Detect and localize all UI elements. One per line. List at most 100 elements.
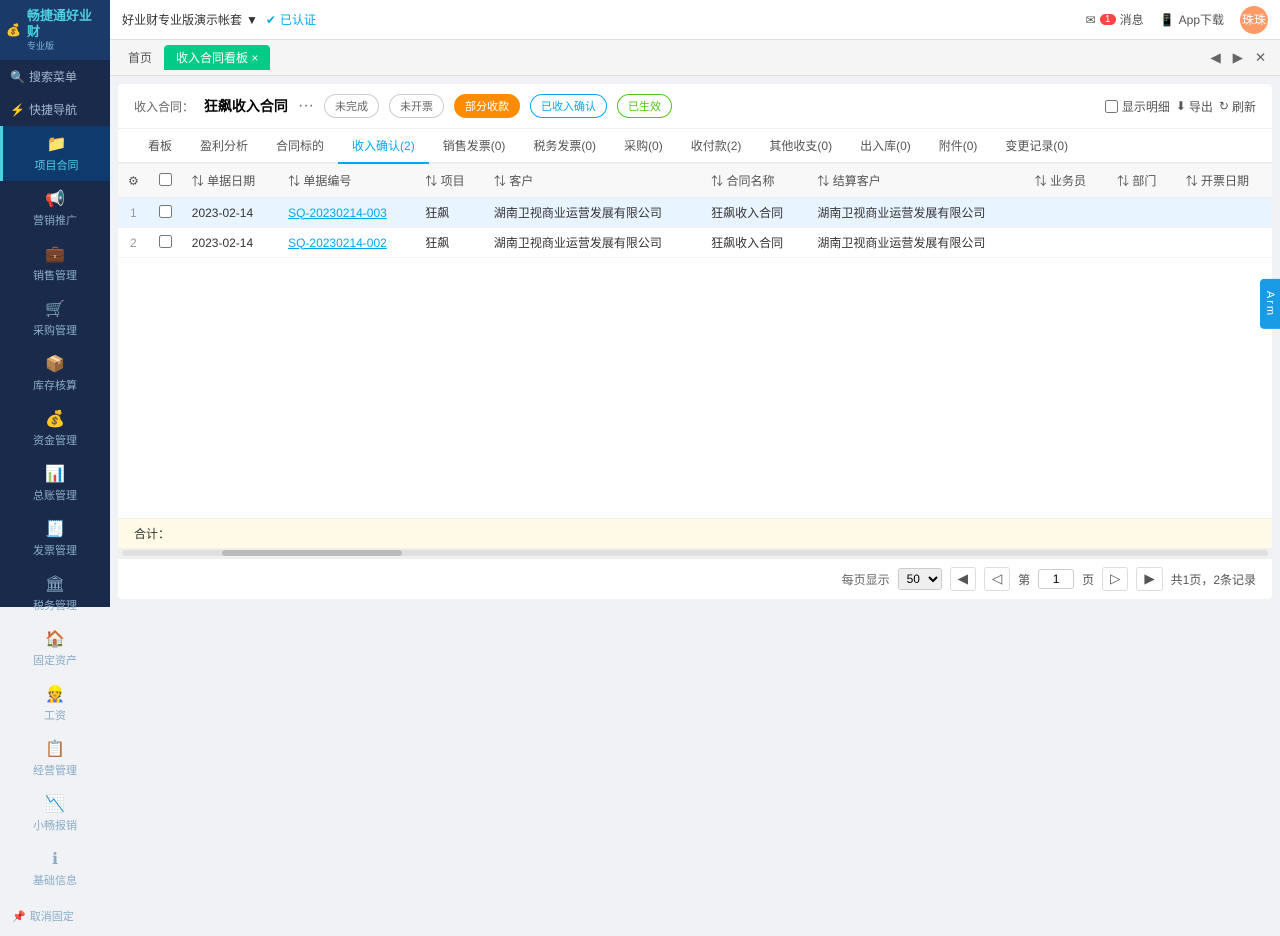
pin-icon: 📌 [12,910,26,923]
status-uninvoiced-button[interactable]: 未开票 [389,94,444,118]
user-avatar[interactable]: 珠珠 [1240,6,1268,34]
company-selector[interactable]: 好业财专业版演示帐套 ▼ [122,11,258,28]
sidebar-item-assets[interactable]: 🏠 固定资产 [0,621,110,676]
quicknav-icon: ⚡ [10,103,25,117]
data-table: ⚙ ⇅ 单据日期 ⇅ 单据编号 ⇅ 项目 ⇅ 客户 ⇅ 合同名称 ⇅ 结算客户 … [118,164,1272,258]
row-seq: 1 [118,198,149,228]
message-badge: 1 [1100,14,1116,25]
export-button[interactable]: ⬇ 导出 [1176,98,1213,115]
row-dept [1107,198,1176,228]
row-checkbox-cell[interactable] [149,198,182,228]
inventory-icon: 📦 [45,354,65,374]
row-docno[interactable]: SQ-20230214-003 [278,198,415,228]
more-button[interactable]: ··· [298,97,314,115]
last-page-button[interactable]: ▶ [1136,567,1162,591]
sidebar-item-quicknav[interactable]: ⚡ 快捷导航 [0,93,110,126]
status-partial-button[interactable]: 部分收款 [454,94,520,118]
tab-close-button[interactable]: ✕ [1251,48,1270,68]
page-input[interactable] [1038,569,1074,589]
content-area: 收入合同： 狂飙收入合同 ··· 未完成 未开票 部分收款 已收入确认 已生效 … [118,84,1272,599]
subtab-销售发票[interactable]: 销售发票(0) [429,129,520,164]
contract-name: 狂飙收入合同 [204,96,288,116]
sidebar-item-project[interactable]: 📁 项目合同 [0,126,110,181]
customer-col-header[interactable]: ⇅ 客户 [484,164,701,198]
subtab-收付款[interactable]: 收付款(2) [677,129,756,164]
row-checkbox[interactable] [159,205,172,218]
scrollbar-thumb[interactable] [222,550,402,556]
invoice-date-sort-icon: ⇅ [1186,174,1198,188]
show-detail-checkbox[interactable] [1105,100,1118,113]
subtab-采购[interactable]: 采购(0) [610,129,677,164]
docno-sort-icon: ⇅ [288,174,300,188]
subtab-税务发票[interactable]: 税务发票(0) [519,129,610,164]
subtab-收入确认[interactable]: 收入确认(2) [338,129,429,164]
download-icon: 📱 [1160,13,1175,27]
sidebar-item-inventory[interactable]: 📦 库存核算 [0,346,110,401]
sidebar-payroll-label: 工资 [44,707,66,723]
sidebar-item-finance[interactable]: 💰 资金管理 [0,401,110,456]
finance-icon: 💰 [45,409,65,429]
company-name: 好业财专业版演示帐套 [122,11,242,28]
horizontal-scrollbar[interactable] [118,548,1272,558]
per-page-select[interactable]: 50 [898,568,942,590]
dept-col-header[interactable]: ⇅ 部门 [1107,164,1176,198]
status-confirmed-button[interactable]: 已收入确认 [530,94,607,118]
subtab-其他收支[interactable]: 其他收支(0) [755,129,846,164]
settings-col-header[interactable]: ⚙ [118,164,149,198]
status-incomplete-button[interactable]: 未完成 [324,94,379,118]
subtab-盈利分析[interactable]: 盈利分析 [186,129,262,164]
sidebar-expense-label: 小畅报销 [33,817,77,833]
tab-next-button[interactable]: ▶ [1229,48,1247,68]
project-col-header[interactable]: ⇅ 项目 [415,164,484,198]
invoice-date-col-header[interactable]: ⇅ 开票日期 [1176,164,1272,198]
show-detail-toggle[interactable]: 显示明细 [1105,98,1170,115]
arm-button[interactable]: Arm [1260,278,1280,328]
subtab-变更记录[interactable]: 变更记录(0) [991,129,1082,164]
row-docno[interactable]: SQ-20230214-002 [278,228,415,258]
sidebar-item-basic[interactable]: ℹ 基础信息 [0,841,110,896]
tab-prev-button[interactable]: ◀ [1206,48,1224,68]
row-checkbox-cell[interactable] [149,228,182,258]
sidebar-item-expense[interactable]: 📉 小畅报销 [0,786,110,841]
status-active-button[interactable]: 已生效 [617,94,672,118]
tab-home[interactable]: 首页 [120,45,160,70]
date-col-header[interactable]: ⇅ 单据日期 [182,164,278,198]
sidebar-item-mgmt[interactable]: 📋 经营管理 [0,731,110,786]
row-checkbox[interactable] [159,235,172,248]
sidebar-item-search[interactable]: 🔍 搜索菜单 [0,60,110,93]
tax-icon: 🏛 [45,574,65,594]
project-icon: 📁 [47,134,67,154]
sidebar-item-sales[interactable]: 💼 销售管理 [0,236,110,291]
sidebar-item-purchase[interactable]: 🛒 采购管理 [0,291,110,346]
sidebar-item-marketing[interactable]: 📢 营销推广 [0,181,110,236]
pin-button[interactable]: 📌 取消固定 [8,904,102,928]
salesperson-col-header[interactable]: ⇅ 业务员 [1025,164,1107,198]
next-page-button[interactable]: ▷ [1102,567,1128,591]
subtab-合同标的[interactable]: 合同标的 [262,129,338,164]
sidebar-item-tax[interactable]: 🏛 税务管理 [0,566,110,621]
row-settlement: 湖南卫视商业运营发展有限公司 [807,198,1024,228]
select-all-col-header[interactable] [149,164,182,198]
doc-link[interactable]: SQ-20230214-002 [288,236,387,250]
subtab-附件[interactable]: 附件(0) [925,129,992,164]
export-label: 导出 [1189,98,1213,115]
page-label: 第 [1018,571,1030,588]
tab-contract-board[interactable]: 收入合同看板 × [164,45,270,70]
refresh-button[interactable]: ↻ 刷新 [1219,98,1256,115]
app-download-button[interactable]: 📱 App下载 [1160,11,1224,28]
sidebar-item-payroll[interactable]: 👷 工资 [0,676,110,731]
prev-page-button[interactable]: ◁ [984,567,1010,591]
doc-link[interactable]: SQ-20230214-003 [288,206,387,220]
contract-col-header[interactable]: ⇅ 合同名称 [701,164,807,198]
docno-col-header[interactable]: ⇅ 单据编号 [278,164,415,198]
select-all-checkbox[interactable] [159,173,172,186]
settlement-col-header[interactable]: ⇅ 结算客户 [807,164,1024,198]
message-button[interactable]: ✉ 1 消息 [1086,11,1144,28]
sidebar-item-ledger[interactable]: 📊 总账管理 [0,456,110,511]
sidebar-item-invoice[interactable]: 🧾 发票管理 [0,511,110,566]
subtab-出入库[interactable]: 出入库(0) [846,129,925,164]
date-sort-icon: ⇅ [192,174,204,188]
subtab-看板[interactable]: 看板 [134,129,186,164]
footer-total-label: 合计： [134,527,170,541]
first-page-button[interactable]: ◀ [950,567,976,591]
